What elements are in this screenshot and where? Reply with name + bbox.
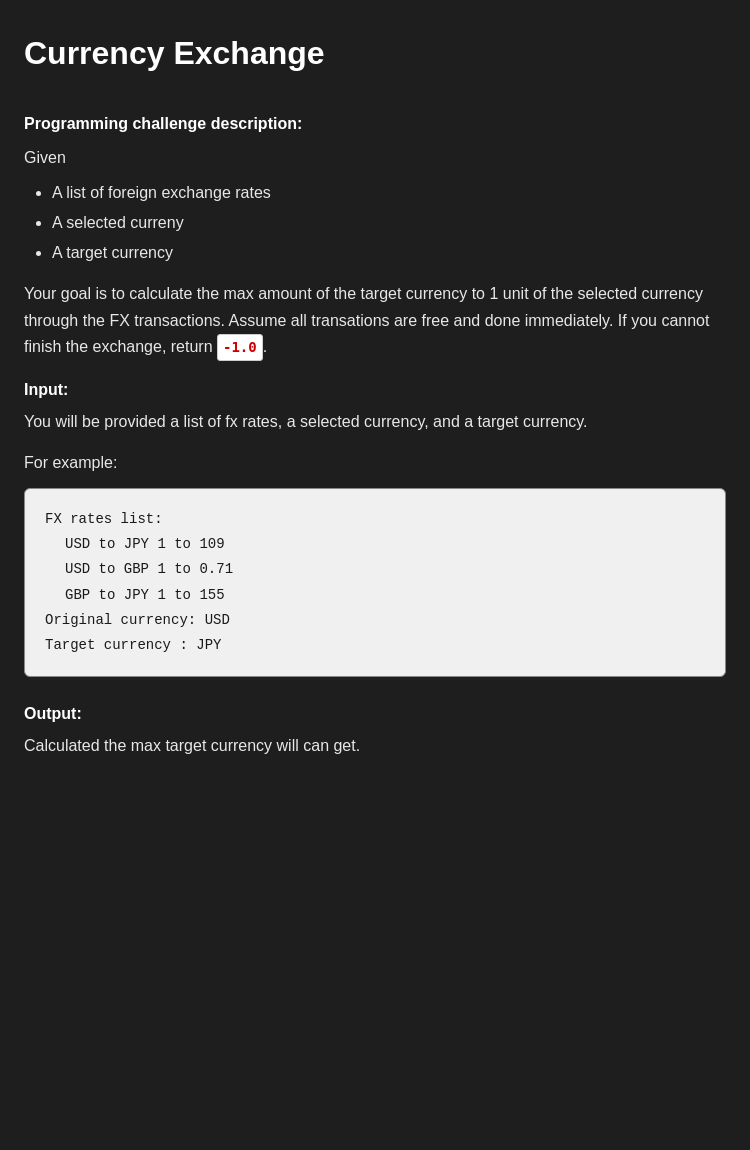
code-line-1: FX rates list:	[45, 507, 705, 532]
list-item-2: A selected curreny	[52, 210, 726, 236]
list-item-1: A list of foreign exchange rates	[52, 180, 726, 206]
code-line-3: USD to GBP 1 to 0.71	[45, 557, 705, 582]
output-description: Calculated the max target currency will …	[24, 733, 726, 759]
return-value-badge: -1.0	[217, 334, 263, 361]
challenge-label: Programming challenge description:	[24, 111, 726, 137]
code-line-4: GBP to JPY 1 to 155	[45, 583, 705, 608]
for-example-text: For example:	[24, 450, 726, 476]
list-item-3: A target currency	[52, 240, 726, 266]
input-label: Input:	[24, 377, 726, 403]
page-title: Currency Exchange	[24, 28, 726, 79]
code-line-5: Original currency: USD	[45, 608, 705, 633]
code-line-2: USD to JPY 1 to 109	[45, 532, 705, 557]
output-section: Output: Calculated the max target curren…	[24, 701, 726, 758]
code-line-6: Target currency : JPY	[45, 633, 705, 658]
given-list: A list of foreign exchange rates A selec…	[24, 180, 726, 265]
period: .	[263, 338, 267, 355]
input-section: Input: You will be provided a list of fx…	[24, 377, 726, 434]
code-block: FX rates list: USD to JPY 1 to 109 USD t…	[24, 488, 726, 677]
given-text: Given	[24, 145, 726, 171]
output-label: Output:	[24, 701, 726, 727]
input-description: You will be provided a list of fx rates,…	[24, 409, 726, 435]
description-paragraph: Your goal is to calculate the max amount…	[24, 281, 726, 361]
description-text: Your goal is to calculate the max amount…	[24, 285, 709, 355]
